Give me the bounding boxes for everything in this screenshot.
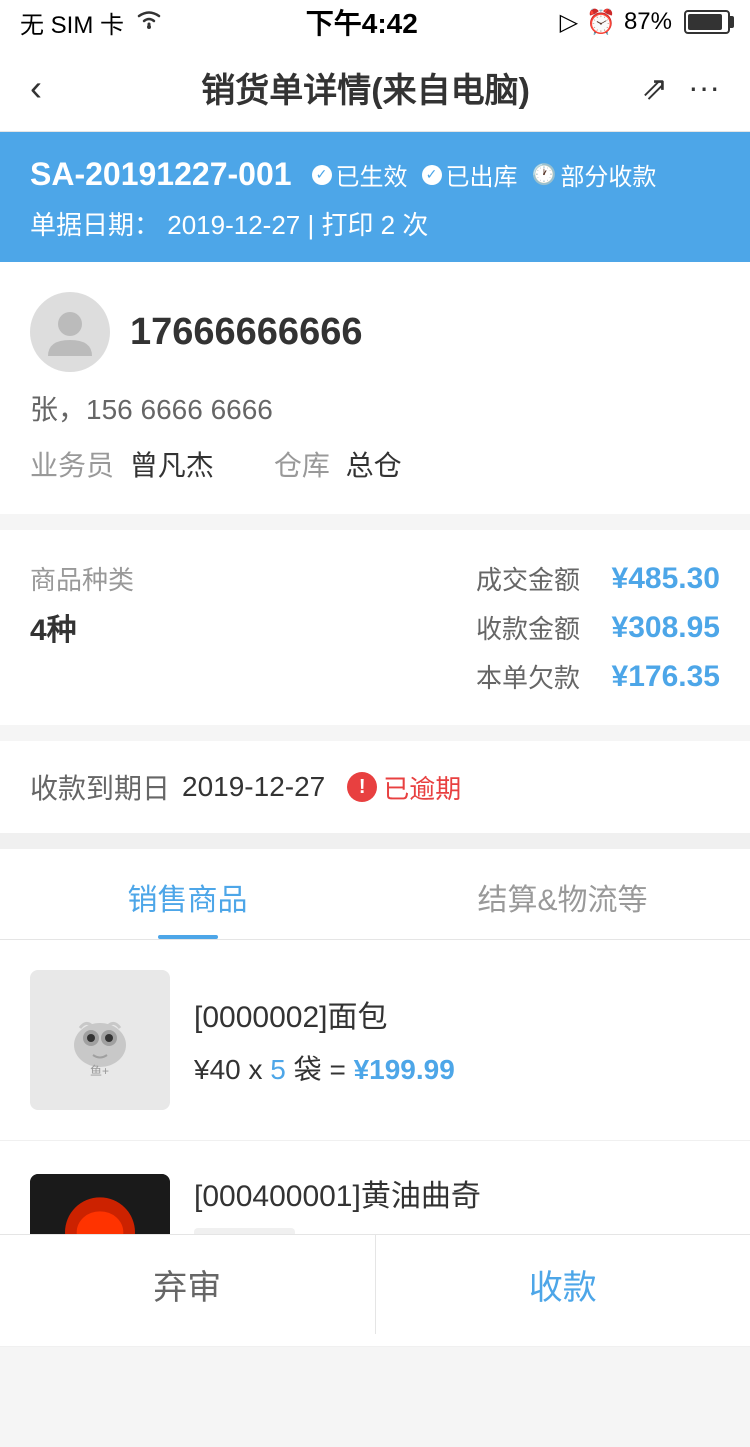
collected-label: 收款金额: [476, 609, 580, 646]
amount-row: 成交金额 ¥485.30: [476, 560, 720, 597]
product-name-1: [0000002]面包: [194, 992, 720, 1036]
customer-section: 17666666666 张，156 6666 6666 业务员 曾凡杰 仓库 总…: [0, 262, 750, 514]
order-date: 2019-12-27: [167, 210, 300, 240]
order-id: SA-20191227-001: [30, 156, 292, 193]
carrier-text: 无 SIM 卡: [20, 5, 124, 40]
order-date-row: 单据日期： 2019-12-27 | 打印 2 次: [30, 205, 720, 242]
product-name-2: [000400001]黄油曲奇: [194, 1171, 720, 1215]
order-banner: SA-20191227-001 ✓ 已生效 ✓ 已出库 🕐 部分收款 单据日期：…: [0, 132, 750, 262]
back-button[interactable]: ‹: [30, 67, 90, 109]
warehouse-label: 仓库: [274, 450, 330, 481]
prod1-price: ¥40: [194, 1054, 241, 1085]
collected-row: 收款金额 ¥308.95: [476, 609, 720, 646]
status-time: 下午4:42: [306, 2, 418, 42]
due-section: 收款到期日 2019-12-27 ! 已逾期: [0, 741, 750, 833]
status-bar: 无 SIM 卡 下午4:42 ▷ ⏰ 87%: [0, 0, 750, 44]
product-type-label: 商品种类: [30, 560, 134, 597]
customer-name: 17666666666: [130, 311, 362, 354]
owed-label: 本单欠款: [476, 658, 580, 695]
nav-actions: ⇗ ···: [641, 69, 720, 107]
share-button[interactable]: ⇗: [641, 69, 668, 107]
product-thumb-1: 鱼+: [30, 970, 170, 1110]
status-tags: ✓ 已生效 ✓ 已出库 🕐 部分收款: [312, 157, 657, 192]
order-date-label: 单据日期：: [30, 210, 160, 240]
salesperson-row: 业务员 曾凡杰: [30, 444, 214, 484]
product-info-1: [0000002]面包 ¥40 x 5 袋 = ¥199.99: [194, 992, 720, 1088]
overdue-badge: ! 已逾期: [347, 769, 461, 806]
product-price-row-1: ¥40 x 5 袋 = ¥199.99: [194, 1048, 720, 1088]
prod1-unit: 袋: [294, 1054, 322, 1085]
alarm-icon: ⏰: [586, 8, 616, 37]
warehouse-row: 仓库 总仓: [274, 444, 402, 484]
customer-row: 17666666666: [30, 292, 720, 372]
more-button[interactable]: ···: [688, 69, 720, 106]
due-label: 收款到期日: [30, 767, 170, 807]
cancel-audit-button[interactable]: 弃审: [0, 1235, 376, 1334]
owed-row: 本单欠款 ¥176.35: [476, 658, 720, 695]
battery-icon: [684, 10, 730, 34]
wifi-icon: [134, 8, 164, 37]
overdue-icon: !: [347, 772, 377, 802]
page-title: 销货单详情(来自电脑): [90, 63, 641, 112]
customer-detail: 张，156 6666 6666: [30, 388, 720, 428]
avatar: [30, 292, 110, 372]
status-shipped: ✓ 已出库: [422, 157, 518, 192]
svg-text:鱼+: 鱼+: [90, 1064, 109, 1078]
bottom-bar: 弃审 收款: [0, 1234, 750, 1334]
status-partial: 🕐 部分收款: [532, 157, 657, 192]
status-carrier: 无 SIM 卡: [20, 5, 164, 40]
warehouse-value: 总仓: [346, 450, 402, 481]
collect-button[interactable]: 收款: [376, 1235, 750, 1334]
product-type-value: 4种: [30, 605, 134, 649]
owed-value: ¥176.35: [600, 660, 720, 694]
due-date: 2019-12-27: [182, 771, 325, 803]
amount-value: ¥485.30: [600, 562, 720, 596]
battery-percent: 87%: [624, 8, 672, 36]
summary-left: 商品种类 4种: [30, 560, 134, 649]
customer-meta: 业务员 曾凡杰 仓库 总仓: [30, 444, 720, 484]
divider: [0, 833, 750, 849]
clock-icon: 🕐: [532, 162, 557, 187]
collected-value: ¥308.95: [600, 611, 720, 645]
order-print-info: | 打印 2 次: [307, 210, 428, 240]
salesperson-label: 业务员: [30, 450, 114, 481]
prod1-total: ¥199.99: [354, 1054, 455, 1085]
tab-settlement[interactable]: 结算&物流等: [375, 849, 750, 939]
location-icon: ▷: [560, 8, 578, 37]
check-icon-2: ✓: [422, 165, 442, 185]
tab-sales-products[interactable]: 销售商品: [0, 849, 375, 939]
amount-label: 成交金额: [476, 560, 580, 597]
status-effective: ✓ 已生效: [312, 157, 408, 192]
overdue-label: 已逾期: [383, 769, 461, 806]
salesperson-value: 曾凡杰: [130, 450, 214, 481]
nav-bar: ‹ 销货单详情(来自电脑) ⇗ ···: [0, 44, 750, 132]
prod1-qty: 5: [270, 1054, 286, 1085]
product-item: 鱼+ [0000002]面包 ¥40 x 5 袋 = ¥199.99: [0, 940, 750, 1141]
tabs-bar: 销售商品 结算&物流等: [0, 849, 750, 940]
check-icon-1: ✓: [312, 165, 332, 185]
summary-right: 成交金额 ¥485.30 收款金额 ¥308.95 本单欠款 ¥176.35: [476, 560, 720, 695]
status-indicators: ▷ ⏰ 87%: [560, 8, 730, 37]
summary-section: 商品种类 4种 成交金额 ¥485.30 收款金额 ¥308.95 本单欠款 ¥…: [0, 530, 750, 725]
